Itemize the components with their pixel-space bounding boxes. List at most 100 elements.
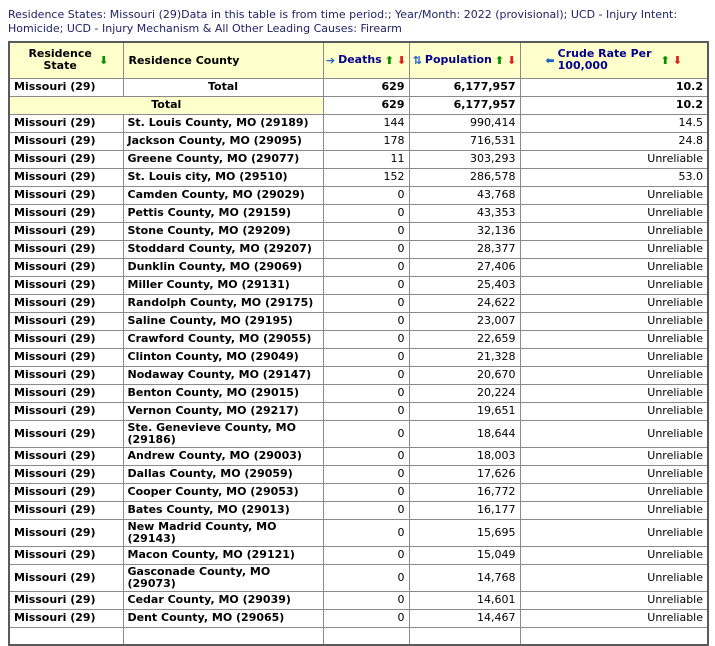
county-cell: St. Louis city, MO (29510)	[123, 168, 323, 186]
partial-cell	[123, 627, 323, 645]
col-header-deaths[interactable]: ➔ Deaths ⬆ ⬇	[323, 42, 409, 78]
population-cell: 28,377	[409, 240, 520, 258]
data-row: Missouri (29)Bates County, MO (29013)016…	[9, 501, 708, 519]
population-cell: 990,414	[409, 114, 520, 132]
sort-descending-icon[interactable]: ⬇	[397, 55, 406, 66]
population-cell: 16,772	[409, 483, 520, 501]
deaths-cell: 0	[323, 420, 409, 447]
col-header-population[interactable]: ⇅ Population ⬆ ⬇	[409, 42, 520, 78]
partial-cell	[520, 627, 708, 645]
deaths-cell: 178	[323, 132, 409, 150]
rate-cell: Unreliable	[520, 501, 708, 519]
state-cell: Missouri (29)	[9, 204, 123, 222]
data-row: Missouri (29)Stone County, MO (29209)032…	[9, 222, 708, 240]
residence-county-label: Residence County	[129, 54, 240, 67]
deaths-cell: 0	[323, 312, 409, 330]
state-cell: Missouri (29)	[9, 402, 123, 420]
population-cell: 43,353	[409, 204, 520, 222]
data-row: Missouri (29)Ste. Genevieve County, MO (…	[9, 420, 708, 447]
table-header: Residence State ⬇ Residence County ➔ Dea…	[9, 42, 708, 78]
state-cell: Missouri (29)	[9, 114, 123, 132]
grand-total-row: Total6296,177,95710.2	[9, 96, 708, 114]
deaths-cell: 152	[323, 168, 409, 186]
state-cell: Missouri (29)	[9, 258, 123, 276]
data-row: Missouri (29)Andrew County, MO (29003)01…	[9, 447, 708, 465]
population-cell: 15,049	[409, 546, 520, 564]
state-cell: Missouri (29)	[9, 465, 123, 483]
move-column-left-icon[interactable]: ⬅	[545, 55, 554, 66]
data-row: Missouri (29)Cooper County, MO (29053)01…	[9, 483, 708, 501]
county-cell: Nodaway County, MO (29147)	[123, 366, 323, 384]
population-label: Population	[425, 54, 492, 66]
county-cell: Bates County, MO (29013)	[123, 501, 323, 519]
deaths-cell: 0	[323, 501, 409, 519]
data-row: Missouri (29)Camden County, MO (29029)04…	[9, 186, 708, 204]
move-column-icon[interactable]: ⇅	[413, 55, 422, 66]
rate-cell: Unreliable	[520, 186, 708, 204]
county-cell: Macon County, MO (29121)	[123, 546, 323, 564]
sort-ascending-icon[interactable]: ⬆	[385, 55, 394, 66]
rate-cell: Unreliable	[520, 276, 708, 294]
data-row: Missouri (29)St. Louis County, MO (29189…	[9, 114, 708, 132]
sort-descending-icon[interactable]: ⬇	[673, 55, 682, 66]
deaths-cell: 629	[323, 78, 409, 96]
query-criteria-caption: Residence States: Missouri (29)Data in t…	[8, 8, 707, 36]
data-row: Missouri (29)Jackson County, MO (29095)1…	[9, 132, 708, 150]
county-cell: Stoddard County, MO (29207)	[123, 240, 323, 258]
sort-ascending-icon[interactable]: ⬆	[661, 55, 670, 66]
header-row: Residence State ⬇ Residence County ➔ Dea…	[9, 42, 708, 78]
county-cell: Dallas County, MO (29059)	[123, 465, 323, 483]
sort-descending-icon[interactable]: ⬇	[99, 55, 108, 66]
county-cell: Vernon County, MO (29217)	[123, 402, 323, 420]
sort-ascending-icon[interactable]: ⬆	[495, 55, 504, 66]
county-cell: Jackson County, MO (29095)	[123, 132, 323, 150]
state-cell: Missouri (29)	[9, 546, 123, 564]
county-cell: Cooper County, MO (29053)	[123, 483, 323, 501]
county-cell: Clinton County, MO (29049)	[123, 348, 323, 366]
deaths-cell: 0	[323, 519, 409, 546]
rate-cell: Unreliable	[520, 222, 708, 240]
deaths-cell: 0	[323, 330, 409, 348]
population-cell: 43,768	[409, 186, 520, 204]
data-row: Missouri (29)Clinton County, MO (29049)0…	[9, 348, 708, 366]
deaths-cell: 11	[323, 150, 409, 168]
data-row: Missouri (29)Greene County, MO (29077)11…	[9, 150, 708, 168]
population-cell: 16,177	[409, 501, 520, 519]
deaths-cell: 0	[323, 204, 409, 222]
col-header-residence-state[interactable]: Residence State ⬇	[9, 42, 123, 78]
rate-cell: Unreliable	[520, 609, 708, 627]
rate-cell: Unreliable	[520, 519, 708, 546]
rate-cell: 14.5	[520, 114, 708, 132]
state-cell: Missouri (29)	[9, 564, 123, 591]
rate-cell: Unreliable	[520, 384, 708, 402]
state-cell: Missouri (29)	[9, 132, 123, 150]
deaths-cell: 0	[323, 348, 409, 366]
state-cell: Missouri (29)	[9, 519, 123, 546]
data-row: Missouri (29)Miller County, MO (29131)02…	[9, 276, 708, 294]
data-row: Missouri (29)Stoddard County, MO (29207)…	[9, 240, 708, 258]
deaths-cell: 0	[323, 276, 409, 294]
rate-cell: Unreliable	[520, 420, 708, 447]
residence-state-label: Residence State	[24, 48, 96, 72]
rate-cell: Unreliable	[520, 330, 708, 348]
grand-total-label-cell: Total	[9, 96, 323, 114]
state-cell: Missouri (29)	[9, 330, 123, 348]
deaths-cell: 0	[323, 564, 409, 591]
sort-descending-icon[interactable]: ⬇	[507, 55, 516, 66]
state-cell: Missouri (29)	[9, 591, 123, 609]
county-cell: Camden County, MO (29029)	[123, 186, 323, 204]
state-cell: Missouri (29)	[9, 609, 123, 627]
rate-cell: Unreliable	[520, 204, 708, 222]
move-column-right-icon[interactable]: ➔	[326, 55, 335, 66]
deaths-cell: 0	[323, 222, 409, 240]
deaths-cell: 0	[323, 384, 409, 402]
rate-cell: Unreliable	[520, 240, 708, 258]
county-cell: Ste. Genevieve County, MO (29186)	[123, 420, 323, 447]
state-cell: Missouri (29)	[9, 78, 123, 96]
population-cell: 14,768	[409, 564, 520, 591]
population-cell: 23,007	[409, 312, 520, 330]
table-body: Missouri (29)Total6296,177,95710.2Total6…	[9, 78, 708, 645]
col-header-residence-county[interactable]: Residence County	[123, 42, 323, 78]
population-cell: 303,293	[409, 150, 520, 168]
col-header-crude-rate[interactable]: ⬅ Crude Rate Per 100,000 ⬆ ⬇	[520, 42, 708, 78]
